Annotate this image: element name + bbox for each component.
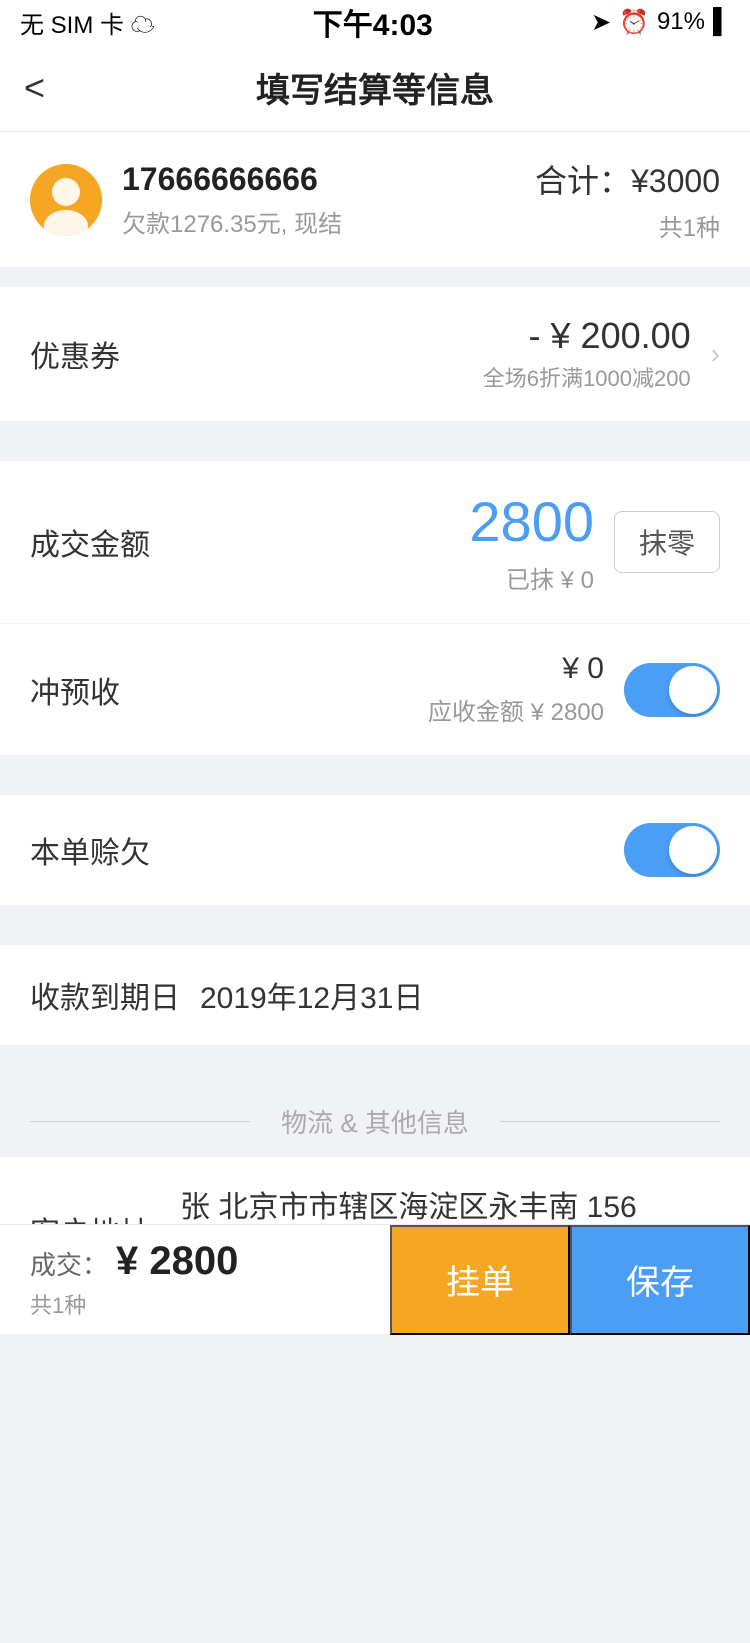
bottom-footer: 成交： ¥ 2800 共1种 挂单 保存 <box>0 1224 750 1334</box>
back-button[interactable]: < <box>24 67 45 109</box>
amount-sub: 已抹 ¥ 0 <box>506 560 594 595</box>
avatar <box>30 164 102 236</box>
prereceive-right-wrap: ¥ 0 应收金额 ¥ 2800 <box>428 652 720 727</box>
round-zero-button[interactable]: 抹零 <box>614 511 720 573</box>
customer-right: 合计：¥3000 共1种 <box>535 156 720 243</box>
debt-toggle[interactable] <box>624 823 720 877</box>
sim-status: 无 SIM 卡 ☁ <box>20 5 155 40</box>
footer-left: 成交： ¥ 2800 共1种 <box>0 1239 390 1320</box>
toggle-knob <box>669 666 717 714</box>
battery-level: 91% <box>657 8 705 36</box>
footer-deal-label: 成交： <box>30 1245 108 1282</box>
customer-debt: 欠款1276.35元, 现结 <box>122 204 342 239</box>
coupon-description: 全场6折满1000减200 <box>483 361 691 393</box>
duedate-section: 收款到期日 2019年12月31日 <box>0 945 750 1045</box>
coupon-label: 优惠券 <box>30 332 120 376</box>
nav-bar: < 填写结算等信息 <box>0 44 750 132</box>
coupon-discount: - ¥ 200.00 <box>529 315 691 357</box>
footer-deal-line: 成交： ¥ 2800 <box>30 1239 360 1284</box>
location-icon: ➤ <box>591 8 611 37</box>
alarm-icon: ⏰ <box>619 8 649 37</box>
prereceive-label: 冲预收 <box>30 668 120 712</box>
logistics-divider: 物流 & 其他信息 <box>0 1085 750 1157</box>
page-title: 填写结算等信息 <box>256 63 494 112</box>
status-bar: 无 SIM 卡 ☁ 下午4:03 ➤ ⏰ 91% ▌ <box>0 0 750 44</box>
customer-row: 17666666666 欠款1276.35元, 现结 合计：¥3000 共1种 <box>0 132 750 267</box>
empty-area <box>0 1323 750 1523</box>
section-divider-4 <box>0 1065 750 1085</box>
section-divider-2 <box>0 775 750 795</box>
deal-amount-row: 成交金额 2800 已抹 ¥ 0 抹零 <box>0 461 750 624</box>
battery-icon: ▌ <box>713 8 730 36</box>
logistics-line-left <box>30 1121 250 1122</box>
deal-amount-label: 成交金额 <box>30 520 150 564</box>
total-count: 共1种 <box>659 208 720 243</box>
status-right: ➤ ⏰ 91% ▌ <box>591 8 730 37</box>
footer-amount: ¥ 2800 <box>116 1239 238 1284</box>
prereceive-right: ¥ 0 应收金额 ¥ 2800 <box>428 652 604 727</box>
amount-display: 2800 已抹 ¥ 0 <box>469 489 594 595</box>
section-divider-3 <box>0 925 750 945</box>
debt-label: 本单赊欠 <box>30 828 150 872</box>
amount-value: 2800 <box>469 489 594 554</box>
debt-row: 本单赊欠 <box>0 795 750 905</box>
status-left: 无 SIM 卡 ☁ <box>20 5 155 40</box>
duedate-value: 2019年12月31日 <box>200 973 423 1017</box>
footer-count: 共1种 <box>30 1288 360 1320</box>
content: 17666666666 欠款1276.35元, 现结 合计：¥3000 共1种 … <box>0 132 750 1643</box>
total-amount: 合计：¥3000 <box>535 156 720 202</box>
deal-amount-section: 成交金额 2800 已抹 ¥ 0 抹零 冲预收 ¥ 0 应收金额 ¥ 2800 <box>0 461 750 755</box>
prereceive-amount: ¥ 0 <box>562 652 604 686</box>
debt-section: 本单赊欠 <box>0 795 750 905</box>
customer-left: 17666666666 欠款1276.35元, 现结 <box>30 161 342 239</box>
section-divider-1 <box>0 441 750 461</box>
coupon-info: - ¥ 200.00 全场6折满1000减200 <box>483 315 691 393</box>
prereceive-row: 冲预收 ¥ 0 应收金额 ¥ 2800 <box>0 624 750 755</box>
customer-info: 17666666666 欠款1276.35元, 现结 <box>122 161 342 239</box>
customer-phone: 17666666666 <box>122 161 342 198</box>
prereceive-toggle[interactable] <box>624 663 720 717</box>
hold-order-button[interactable]: 挂单 <box>390 1225 570 1335</box>
duedate-row: 收款到期日 2019年12月31日 <box>0 945 750 1045</box>
chevron-right-icon: › <box>711 338 720 370</box>
coupon-row[interactable]: 优惠券 - ¥ 200.00 全场6折满1000减200 › <box>0 287 750 421</box>
logistics-label: 物流 & 其他信息 <box>261 1103 489 1140</box>
status-time: 下午4:03 <box>313 0 433 44</box>
duedate-label: 收款到期日 <box>30 973 180 1017</box>
coupon-right: - ¥ 200.00 全场6折满1000减200 › <box>483 315 720 393</box>
prereceive-sub: 应收金额 ¥ 2800 <box>428 692 604 727</box>
debt-toggle-knob <box>669 826 717 874</box>
deal-amount-right: 2800 已抹 ¥ 0 抹零 <box>469 489 720 595</box>
save-button[interactable]: 保存 <box>570 1225 750 1335</box>
logistics-line-right <box>500 1121 720 1122</box>
